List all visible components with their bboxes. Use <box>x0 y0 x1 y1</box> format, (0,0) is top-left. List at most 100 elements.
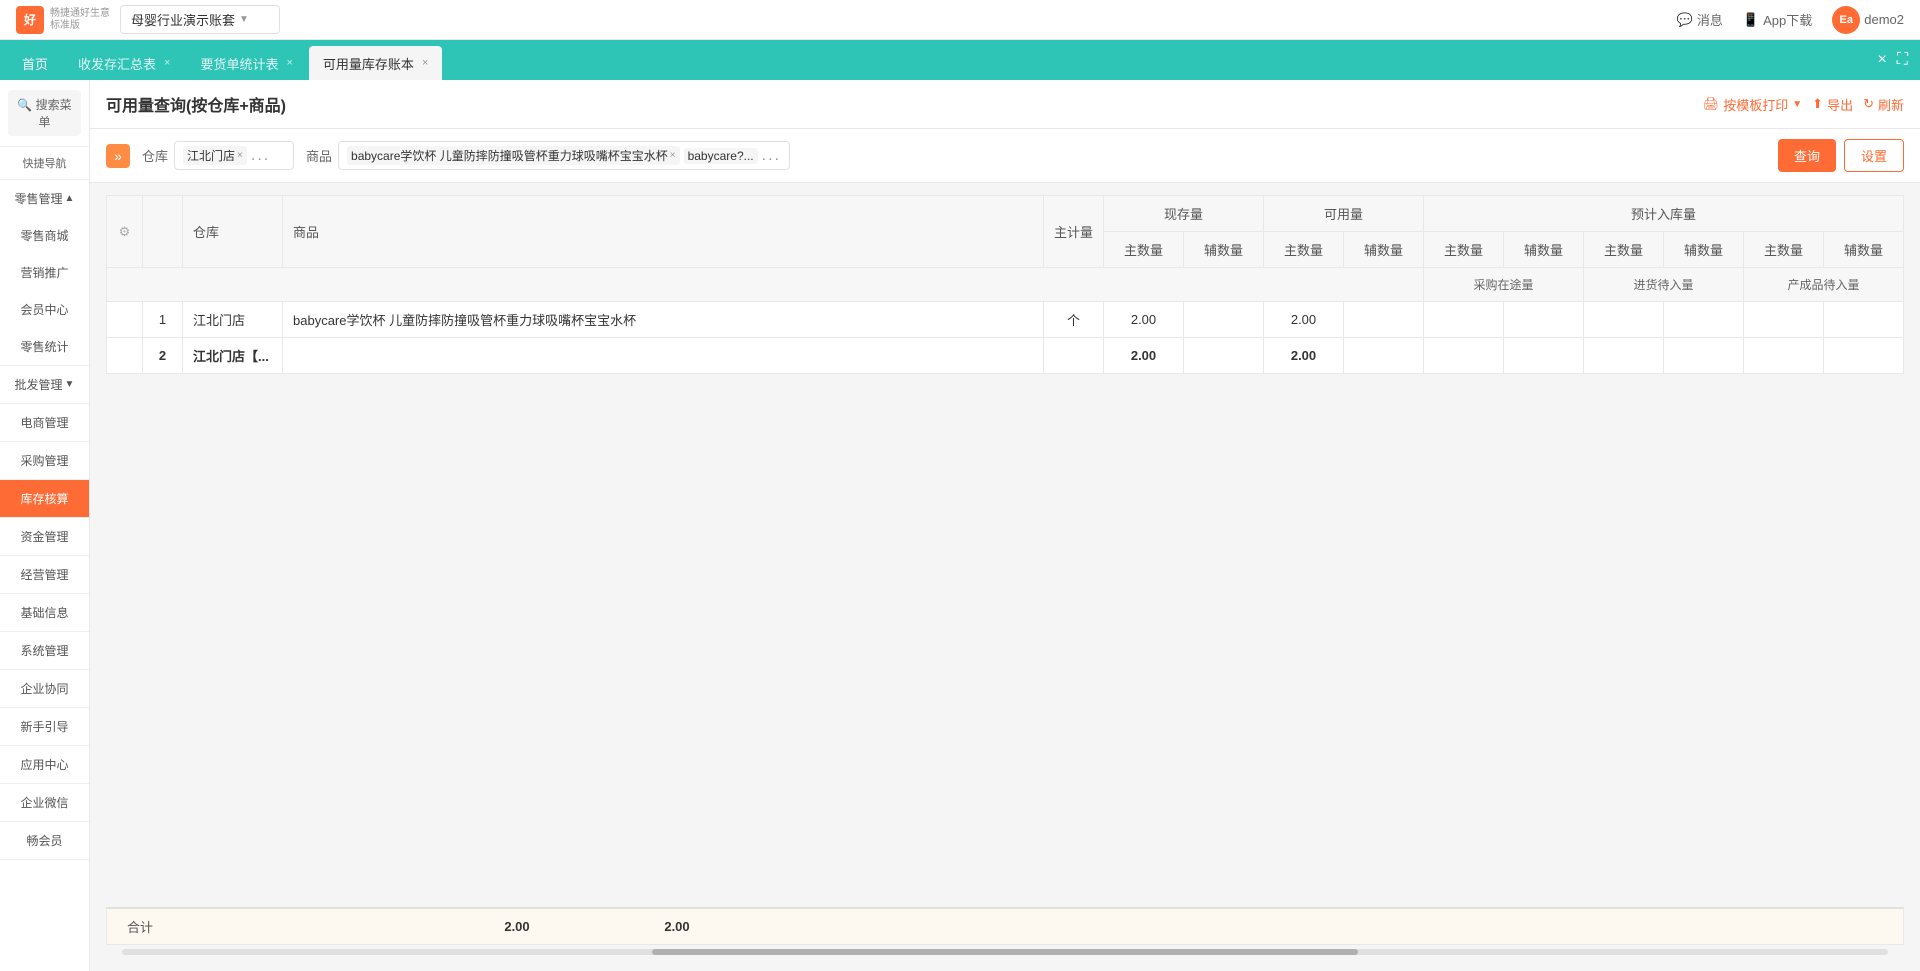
sidebar-item-collab[interactable]: 企业协同 <box>0 670 89 707</box>
export-btn[interactable]: ⬆ 导出 <box>1812 95 1853 114</box>
expand-btn[interactable]: ⛶ <box>1893 47 1912 73</box>
cell-product-1: babycare学饮杯 儿童防摔防撞吸管杯重力球吸嘴杯宝宝水杯 <box>283 302 1044 338</box>
cell-purchase-main-2 <box>1424 338 1504 374</box>
th-production-group: 产成品待入量 <box>1744 268 1904 302</box>
refresh-icon: ↻ <box>1863 96 1874 112</box>
scroll-track <box>122 949 1888 955</box>
sidebar-item-retail-mall[interactable]: 零售商城 <box>0 217 89 254</box>
logo-text: 畅捷通好生意 标准版 <box>50 8 110 32</box>
settings-btn[interactable]: 设置 <box>1844 139 1904 172</box>
nav-tabs: 首页 收发存汇总表 × 要货单统计表 × 可用量库存账本 × × ⛶ <box>0 40 1920 80</box>
cell-warehouse-2: 江北门店【... <box>183 338 283 374</box>
top-bar-left: 好 畅捷通好生意 标准版 母婴行业演示账套 ▼ <box>16 5 280 34</box>
scroll-thumb[interactable] <box>652 949 1358 955</box>
tab-order-summary[interactable]: 要货单统计表 × <box>186 46 306 80</box>
export-icon: ⬆ <box>1812 96 1823 112</box>
footer-stock-main: 2.00 <box>477 919 557 934</box>
th-stock-sub: 辅数量 <box>1184 232 1264 268</box>
content-area: 可用量查询(按仓库+商品) 🖨 按模板打印 ▼ ⬆ 导出 ↻ 刷新 <box>90 80 1920 971</box>
tab-receipt-summary[interactable]: 收发存汇总表 × <box>64 46 184 80</box>
warehouse-more-btn[interactable]: ... <box>251 147 270 165</box>
receipt-summary-label: 收发存汇总表 <box>78 54 156 73</box>
sidebar-group-basic: 基础信息 <box>0 594 89 632</box>
sidebar-item-wholesale[interactable]: 批发管理 ▼ <box>0 366 89 403</box>
cell-gear <box>107 302 143 338</box>
sidebar-group-apps: 应用中心 <box>0 746 89 784</box>
sidebar-group-collab: 企业协同 <box>0 670 89 708</box>
sidebar-item-basic[interactable]: 基础信息 <box>0 594 89 631</box>
chevron-down-icon-template: ▼ <box>1792 99 1802 110</box>
message-btn[interactable]: 💬 消息 <box>1677 10 1723 29</box>
cell-gear-2 <box>107 338 143 374</box>
close-tab-order[interactable]: × <box>286 57 292 69</box>
sidebar-group-business: 经营管理 <box>0 556 89 594</box>
print-icon: 🖨 <box>1703 96 1720 112</box>
cell-production-main-1 <box>1744 302 1824 338</box>
search-menu-btn[interactable]: 🔍 搜索菜单 <box>8 90 81 136</box>
sidebar-group-system: 系统管理 <box>0 632 89 670</box>
avatar: Ea <box>1832 6 1860 34</box>
cell-available-sub-2 <box>1344 338 1424 374</box>
cell-incoming-main-2 <box>1584 338 1664 374</box>
th-stock-group: 现存量 <box>1104 196 1264 232</box>
cell-unit-2 <box>1043 338 1103 374</box>
refresh-btn[interactable]: ↻ 刷新 <box>1863 95 1904 114</box>
template-print-btn[interactable]: 🖨 按模板打印 ▼ <box>1703 95 1802 114</box>
th-purchase-sub: 辅数量 <box>1504 232 1584 268</box>
remove-warehouse-tag[interactable]: × <box>237 150 243 161</box>
logo-icon: 好 <box>16 6 44 34</box>
tab-available-ledger[interactable]: 可用量库存账本 × <box>309 46 442 80</box>
close-all-btn[interactable]: × <box>1873 47 1890 73</box>
product-input[interactable]: babycare学饮杯 儿童防摔防撞吸管杯重力球吸嘴杯宝宝水杯 × babyca… <box>338 141 790 170</box>
sidebar-item-retail-stats[interactable]: 零售统计 <box>0 328 89 365</box>
cell-purchase-main-1 <box>1424 302 1504 338</box>
warehouse-input[interactable]: 江北门店 × ... <box>174 141 294 170</box>
sidebar-item-retail-mgmt[interactable]: 零售管理 ▲ <box>0 180 89 217</box>
cell-purchase-sub-1 <box>1504 302 1584 338</box>
sidebar-item-vip[interactable]: 畅会员 <box>0 822 89 859</box>
table-footer: 合计 2.00 2.00 <box>106 907 1904 945</box>
cell-product-2 <box>283 338 1044 374</box>
sidebar-item-ecommerce[interactable]: 电商管理 <box>0 404 89 441</box>
sidebar-item-marketing[interactable]: 营销推广 <box>0 254 89 291</box>
th-incoming-main: 主数量 <box>1584 232 1664 268</box>
user-area[interactable]: Ea demo2 <box>1832 6 1904 34</box>
cell-warehouse-1: 江北门店 <box>183 302 283 338</box>
sidebar-group-ecommerce: 电商管理 <box>0 404 89 442</box>
cell-stock-sub-2 <box>1184 338 1264 374</box>
cell-incoming-main-1 <box>1584 302 1664 338</box>
top-bar-right: 💬 消息 📱 App下载 Ea demo2 <box>1677 6 1904 34</box>
search-icon: 🔍 <box>17 98 32 112</box>
sidebar-item-finance[interactable]: 资金管理 <box>0 518 89 555</box>
cell-production-sub-1 <box>1824 302 1904 338</box>
th-production-sub: 辅数量 <box>1824 232 1904 268</box>
sidebar-item-member[interactable]: 会员中心 <box>0 291 89 328</box>
sidebar-item-system[interactable]: 系统管理 <box>0 632 89 669</box>
app-download-btn[interactable]: 📱 App下载 <box>1743 10 1812 29</box>
query-btn[interactable]: 查询 <box>1778 139 1836 172</box>
sidebar-item-business[interactable]: 经营管理 <box>0 556 89 593</box>
th-warehouse: 仓库 <box>183 196 283 268</box>
cell-available-main-2: 2.00 <box>1264 338 1344 374</box>
tab-home[interactable]: 首页 <box>8 46 62 80</box>
company-select[interactable]: 母婴行业演示账套 ▼ <box>120 5 280 34</box>
chevron-down-icon: ▼ <box>239 14 249 25</box>
sidebar-item-inventory[interactable]: 库存核算 <box>0 480 89 517</box>
sidebar-item-wechat[interactable]: 企业微信 <box>0 784 89 821</box>
close-tab-available[interactable]: × <box>422 57 428 69</box>
mobile-icon: 📱 <box>1743 12 1759 28</box>
cell-num-2: 2 <box>143 338 183 374</box>
product-tag-1: babycare学饮杯 儿童防摔防撞吸管杯重力球吸嘴杯宝宝水杯 × <box>347 146 680 165</box>
home-tab-label: 首页 <box>22 54 48 73</box>
sidebar-item-purchase[interactable]: 采购管理 <box>0 442 89 479</box>
close-tab-receipt[interactable]: × <box>164 57 170 69</box>
quick-nav-btn[interactable]: 快捷导航 <box>0 147 89 180</box>
sidebar-group-vip: 畅会员 <box>0 822 89 860</box>
gear-icon[interactable]: ⚙ <box>119 224 131 239</box>
product-more-btn[interactable]: ... <box>762 147 781 165</box>
footer-label: 合计 <box>117 917 277 936</box>
remove-product-tag-1[interactable]: × <box>670 150 676 161</box>
sidebar-item-apps[interactable]: 应用中心 <box>0 746 89 783</box>
sidebar-item-newbie[interactable]: 新手引导 <box>0 708 89 745</box>
filter-toggle-btn[interactable]: » <box>106 144 130 168</box>
